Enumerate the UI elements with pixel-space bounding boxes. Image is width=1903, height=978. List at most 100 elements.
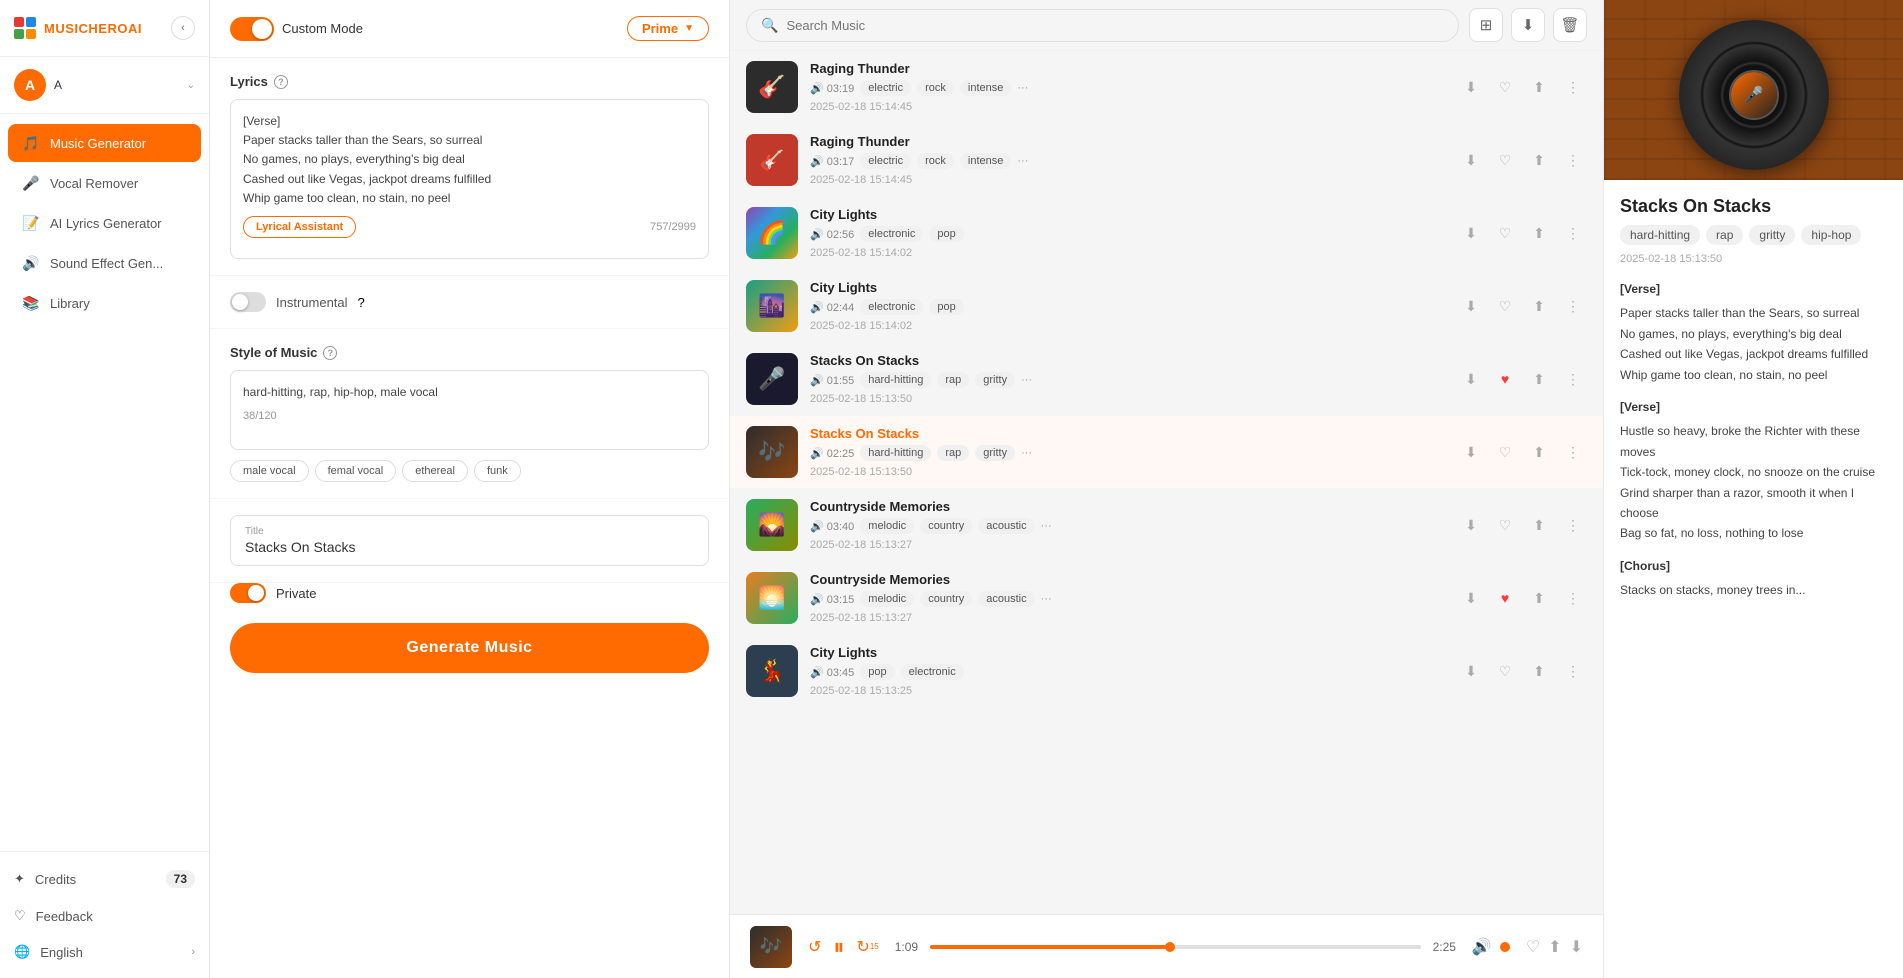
- share-button[interactable]: ⬆: [1525, 584, 1553, 612]
- more-options-button[interactable]: ⋮: [1559, 365, 1587, 393]
- instrumental-toggle[interactable]: [230, 292, 266, 312]
- like-button[interactable]: ♥: [1491, 584, 1519, 612]
- track-tag[interactable]: electronic: [901, 664, 964, 680]
- track-tag[interactable]: gritty: [975, 445, 1015, 461]
- sidebar-item-credits[interactable]: ✦ Credits 73: [0, 860, 209, 898]
- like-button[interactable]: ♡: [1491, 146, 1519, 174]
- more-tags[interactable]: ···: [1021, 447, 1032, 459]
- right-tag[interactable]: hip-hop: [1801, 225, 1861, 245]
- sidebar-item-vocal-remover[interactable]: 🎤 Vocal Remover: [8, 164, 201, 202]
- track-tag[interactable]: electronic: [860, 226, 923, 242]
- track-row[interactable]: 🎶 Stacks On Stacks 🔊 02:25 hard-hitting …: [730, 416, 1603, 489]
- private-toggle[interactable]: [230, 583, 266, 603]
- track-row[interactable]: 🌈 City Lights 🔊 02:56 electronic pop 202…: [730, 197, 1603, 270]
- sidebar-item-music-generator[interactable]: 🎵 Music Generator: [8, 124, 201, 162]
- track-tag[interactable]: melodic: [860, 591, 914, 607]
- lyrics-textarea[interactable]: [Verse] Paper stacks taller than the Sea…: [230, 99, 709, 259]
- sidebar-item-ai-lyrics[interactable]: 📝 AI Lyrics Generator: [8, 204, 201, 242]
- track-tag[interactable]: country: [920, 518, 972, 534]
- search-bar[interactable]: 🔍: [746, 9, 1459, 42]
- forward-button[interactable]: ↻15: [856, 937, 878, 957]
- more-tags[interactable]: ···: [1041, 520, 1052, 532]
- sidebar-item-sound-effect[interactable]: 🔊 Sound Effect Gen...: [8, 244, 201, 282]
- style-tag-femal-vocal[interactable]: femal vocal: [315, 460, 397, 482]
- share-button[interactable]: ⬆: [1525, 657, 1553, 685]
- track-row[interactable]: 🎤 Stacks On Stacks 🔊 01:55 hard-hitting …: [730, 343, 1603, 416]
- track-tag[interactable]: pop: [929, 299, 963, 315]
- more-tags[interactable]: ···: [1017, 82, 1028, 94]
- download-track-button[interactable]: ⬇: [1457, 146, 1485, 174]
- style-tag-male-vocal[interactable]: male vocal: [230, 460, 309, 482]
- sidebar-item-language[interactable]: 🌐 English ›: [0, 934, 209, 970]
- like-button[interactable]: ♡: [1491, 73, 1519, 101]
- prime-badge[interactable]: Prime ▼: [627, 16, 709, 41]
- track-tag[interactable]: melodic: [860, 518, 914, 534]
- track-row[interactable]: 🎸 Raging Thunder 🔊 03:19 electric rock i…: [730, 51, 1603, 124]
- title-input[interactable]: [245, 539, 694, 555]
- track-tag[interactable]: pop: [860, 664, 894, 680]
- more-options-button[interactable]: ⋮: [1559, 584, 1587, 612]
- like-button[interactable]: ♥: [1491, 365, 1519, 393]
- filter-button[interactable]: ⊞: [1469, 8, 1503, 42]
- track-tag[interactable]: intense: [960, 153, 1011, 169]
- share-button[interactable]: ⬆: [1525, 438, 1553, 466]
- delete-button[interactable]: 🗑: [1553, 8, 1587, 42]
- track-tag[interactable]: electric: [860, 153, 911, 169]
- download-track-button[interactable]: ⬇: [1457, 219, 1485, 247]
- share-button[interactable]: ⬆: [1525, 365, 1553, 393]
- right-tag[interactable]: hard-hitting: [1620, 225, 1700, 245]
- more-tags[interactable]: ···: [1041, 593, 1052, 605]
- share-button[interactable]: ⬆: [1525, 292, 1553, 320]
- download-track-button[interactable]: ⬇: [1457, 438, 1485, 466]
- sidebar-item-library[interactable]: 📚 Library: [8, 284, 201, 322]
- more-options-button[interactable]: ⋮: [1559, 292, 1587, 320]
- more-tags[interactable]: ···: [1017, 155, 1028, 167]
- sidebar-collapse-button[interactable]: ‹: [171, 16, 195, 40]
- track-row[interactable]: 💃 City Lights 🔊 03:45 pop electronic 202…: [730, 635, 1603, 708]
- track-tag[interactable]: intense: [960, 80, 1011, 96]
- download-track-button[interactable]: ⬇: [1457, 292, 1485, 320]
- volume-button[interactable]: 🔊: [1472, 937, 1492, 957]
- more-options-button[interactable]: ⋮: [1559, 511, 1587, 539]
- like-button[interactable]: ♡: [1491, 438, 1519, 466]
- more-options-button[interactable]: ⋮: [1559, 438, 1587, 466]
- download-track-button[interactable]: ⬇: [1457, 365, 1485, 393]
- share-player-button[interactable]: ⬆: [1548, 937, 1561, 957]
- track-tag[interactable]: hard-hitting: [860, 372, 931, 388]
- toggle-switch[interactable]: [230, 17, 274, 41]
- lyrical-assistant-button[interactable]: Lyrical Assistant: [243, 216, 356, 238]
- download-track-button[interactable]: ⬇: [1457, 584, 1485, 612]
- generate-music-button[interactable]: Generate Music: [230, 623, 709, 673]
- user-profile[interactable]: A A ⌄: [0, 57, 209, 114]
- title-field-wrap[interactable]: Title: [230, 515, 709, 566]
- track-tag[interactable]: gritty: [975, 372, 1015, 388]
- track-tag[interactable]: country: [920, 591, 972, 607]
- favorite-button[interactable]: ♡: [1526, 937, 1540, 957]
- style-textarea[interactable]: hard-hitting, rap, hip-hop, male vocal 3…: [230, 370, 709, 450]
- track-row[interactable]: 🌆 City Lights 🔊 02:44 electronic pop 202…: [730, 270, 1603, 343]
- track-tag[interactable]: electric: [860, 80, 911, 96]
- right-tag[interactable]: gritty: [1749, 225, 1795, 245]
- like-button[interactable]: ♡: [1491, 219, 1519, 247]
- lyrics-help-icon[interactable]: ?: [274, 75, 288, 89]
- download-track-button[interactable]: ⬇: [1457, 657, 1485, 685]
- right-tag[interactable]: rap: [1706, 225, 1743, 245]
- style-help-icon[interactable]: ?: [323, 346, 337, 360]
- track-row[interactable]: 🌅 Countryside Memories 🔊 03:15 melodic c…: [730, 562, 1603, 635]
- like-button[interactable]: ♡: [1491, 292, 1519, 320]
- track-tag[interactable]: electronic: [860, 299, 923, 315]
- download-track-button[interactable]: ⬇: [1457, 73, 1485, 101]
- track-tag[interactable]: rock: [917, 80, 954, 96]
- track-tag[interactable]: acoustic: [978, 591, 1034, 607]
- more-options-button[interactable]: ⋮: [1559, 657, 1587, 685]
- pause-button[interactable]: ⏸: [833, 934, 844, 960]
- like-button[interactable]: ♡: [1491, 657, 1519, 685]
- track-tag[interactable]: rap: [937, 445, 969, 461]
- download-button[interactable]: ⬇: [1511, 8, 1545, 42]
- sidebar-item-feedback[interactable]: ♡ Feedback: [0, 898, 209, 934]
- share-button[interactable]: ⬆: [1525, 73, 1553, 101]
- progress-bar[interactable]: [930, 945, 1420, 949]
- download-player-button[interactable]: ⬇: [1570, 937, 1583, 957]
- share-button[interactable]: ⬆: [1525, 511, 1553, 539]
- more-options-button[interactable]: ⋮: [1559, 146, 1587, 174]
